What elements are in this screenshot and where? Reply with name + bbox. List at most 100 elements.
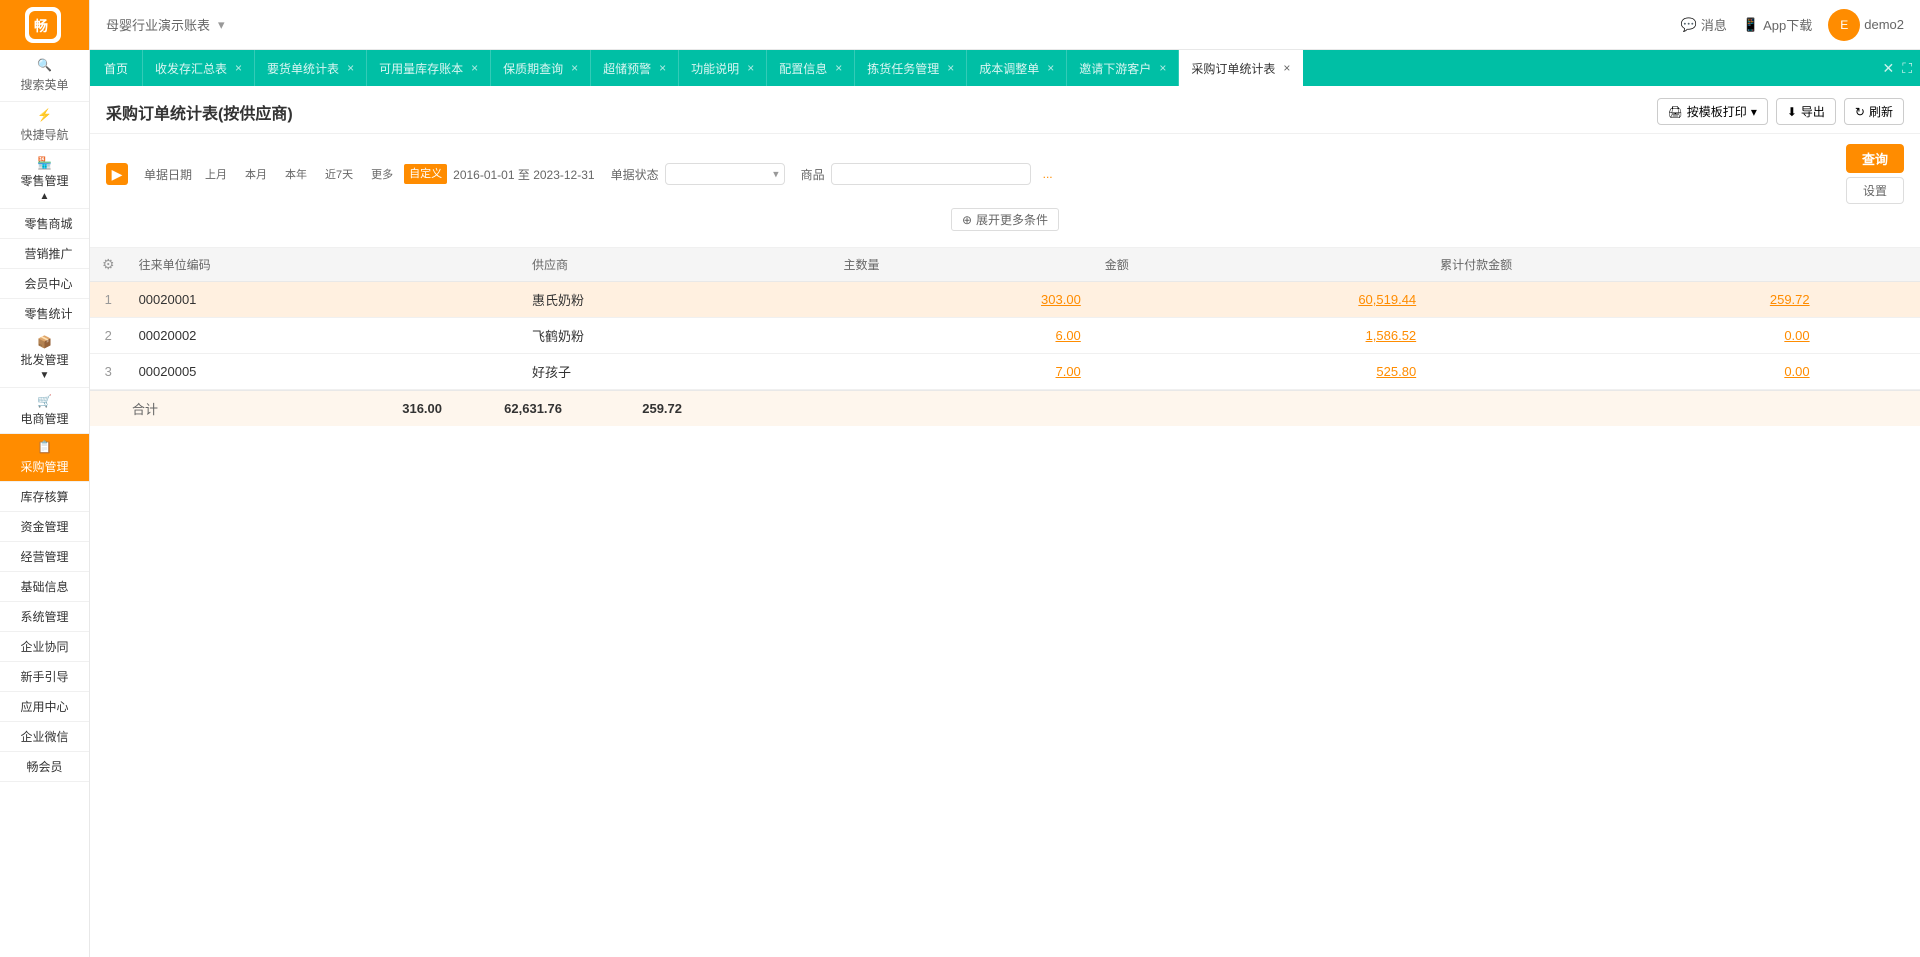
- tab-purchase-order-stats[interactable]: 采购订单统计表 ×: [1179, 50, 1303, 86]
- row-paid[interactable]: 259.72: [1428, 282, 1821, 318]
- tab-purchase-order-stats-close[interactable]: ×: [1283, 61, 1290, 75]
- row-amount[interactable]: 60,519.44: [1093, 282, 1428, 318]
- tab-validity[interactable]: 保质期查询 ×: [491, 50, 591, 86]
- tab-overstock[interactable]: 超储预警 ×: [591, 50, 679, 86]
- print-button[interactable]: 🖨 按模板打印 ▾: [1657, 98, 1768, 125]
- sidebar-appcenter-label: 应用中心: [20, 698, 68, 715]
- sidebar-item-inventory[interactable]: 库存核算: [0, 482, 89, 512]
- sidebar-item-retail[interactable]: 🏪 零售管理 ▲: [0, 150, 89, 209]
- tab-home-label: 首页: [104, 60, 128, 77]
- row-extra: [1822, 318, 1920, 354]
- user-menu[interactable]: E demo2: [1828, 9, 1904, 41]
- filter-goods-item: 商品 ...: [801, 163, 1059, 185]
- settings-button[interactable]: 设置: [1846, 177, 1904, 204]
- sidebar-item-basics[interactable]: 基础信息: [0, 572, 89, 602]
- sidebar-item-members[interactable]: 会员中心: [0, 269, 89, 299]
- sidebar-item-wholesale[interactable]: 📦 批发管理 ▼: [0, 329, 89, 388]
- expand-icon: ⊕: [962, 213, 972, 227]
- sidebar-item-marketing[interactable]: 营销推广: [0, 239, 89, 269]
- sidebar-retail-stats-label: 零售统计: [24, 305, 72, 322]
- message-btn[interactable]: 💬 消息: [1681, 15, 1727, 34]
- tab-pick-task-close[interactable]: ×: [947, 61, 954, 75]
- sidebar-search-label: 搜索英单: [20, 76, 68, 93]
- sidebar-item-cooperation[interactable]: 企业协同: [0, 632, 89, 662]
- sidebar-item-retail-stats[interactable]: 零售统计: [0, 299, 89, 329]
- tab-cost-adjust[interactable]: 成本调整单 ×: [967, 50, 1067, 86]
- table-row[interactable]: 2 00020002 飞鹤奶粉 6.00 1,586.52 0.00: [90, 318, 1920, 354]
- tab-collection-close[interactable]: ×: [235, 61, 242, 75]
- sidebar-item-newguide[interactable]: 新手引导: [0, 662, 89, 692]
- goods-input[interactable]: [831, 163, 1031, 185]
- tab-overstock-close[interactable]: ×: [659, 61, 666, 75]
- tab-close-all-icon[interactable]: ✕: [1882, 60, 1894, 77]
- row-quantity[interactable]: 7.00: [832, 354, 1093, 390]
- tab-func-desc-close[interactable]: ×: [747, 61, 754, 75]
- sidebar-item-retail-mall[interactable]: 零售商城: [0, 209, 89, 239]
- tab-config-info-label: 配置信息: [779, 60, 827, 77]
- tab-collection[interactable]: 收发存汇总表 ×: [143, 50, 255, 86]
- tab-collection-label: 收发存汇总表: [155, 60, 227, 77]
- custom-badge[interactable]: 自定义: [404, 164, 447, 184]
- tab-func-desc[interactable]: 功能说明 ×: [679, 50, 767, 86]
- wholesale-icon: 📦: [37, 335, 52, 349]
- col-settings[interactable]: ⚙: [90, 248, 127, 282]
- tab-validity-close[interactable]: ×: [571, 61, 578, 75]
- tab-invite-down[interactable]: 邀请下游客户 ×: [1067, 50, 1179, 86]
- tab-maximize-icon[interactable]: ⛶: [1902, 60, 1912, 77]
- filter-area: ▶ 单据日期 上月 本月 本年 近7天 更多 自定义 2016-01-01 至 …: [90, 134, 1920, 248]
- tab-cost-adjust-close[interactable]: ×: [1047, 61, 1054, 75]
- shortcut-last-month[interactable]: 上月: [198, 164, 234, 184]
- col-paid: 累计付款金额: [1428, 248, 1821, 282]
- row-amount[interactable]: 525.80: [1093, 354, 1428, 390]
- sidebar-item-wechat[interactable]: 企业微信: [0, 722, 89, 752]
- shortcut-this-month[interactable]: 本月: [238, 164, 274, 184]
- sidebar-item-appcenter[interactable]: 应用中心: [0, 692, 89, 722]
- refresh-button[interactable]: ↻ 刷新: [1844, 98, 1904, 125]
- tab-purchase-stats[interactable]: 要货单统计表 ×: [255, 50, 367, 86]
- tab-overstock-label: 超储预警: [603, 60, 651, 77]
- tab-invite-down-close[interactable]: ×: [1159, 61, 1166, 75]
- shortcut-more[interactable]: 更多: [364, 164, 400, 184]
- table-row[interactable]: 3 00020005 好孩子 7.00 525.80 0.00: [90, 354, 1920, 390]
- tab-pick-task[interactable]: 拣货任务管理 ×: [855, 50, 967, 86]
- status-select[interactable]: [665, 163, 785, 185]
- row-quantity[interactable]: 6.00: [832, 318, 1093, 354]
- row-paid[interactable]: 0.00: [1428, 354, 1821, 390]
- status-filter-label: 单据状态: [611, 166, 659, 183]
- date-range[interactable]: 2016-01-01 至 2023-12-31: [453, 166, 594, 183]
- goods-more-btn[interactable]: ...: [1037, 166, 1059, 182]
- sidebar-item-vip[interactable]: 畅会员: [0, 752, 89, 782]
- footer-amount: 62,631.76: [472, 401, 592, 416]
- ecommerce-icon: 🛒: [37, 394, 52, 408]
- sidebar-item-ecommerce[interactable]: 🛒 电商管理: [0, 388, 89, 434]
- row-quantity[interactable]: 303.00: [832, 282, 1093, 318]
- top-area: 母婴行业演示账表 ▾ 💬 消息 📱 App下载 E demo2 首页: [90, 0, 1920, 86]
- row-paid[interactable]: 0.00: [1428, 318, 1821, 354]
- tab-config-info-close[interactable]: ×: [835, 61, 842, 75]
- sidebar-shortcut[interactable]: ⚡ 快捷导航: [0, 102, 89, 150]
- filter-toggle[interactable]: ▶: [106, 163, 128, 185]
- table-footer: 合计 316.00 62,631.76 259.72: [90, 390, 1920, 426]
- sidebar-search[interactable]: 🔍 搜索英单: [0, 50, 89, 102]
- export-button[interactable]: ⬇ 导出: [1776, 98, 1836, 125]
- sidebar-ecommerce-label: 电商管理: [20, 410, 68, 427]
- sidebar-item-system[interactable]: 系统管理: [0, 602, 89, 632]
- expand-button[interactable]: ⊕ 展开更多条件: [951, 208, 1059, 231]
- row-num: 2: [90, 318, 127, 354]
- app-download-btn[interactable]: 📱 App下载: [1743, 15, 1812, 34]
- sidebar-item-purchase[interactable]: 📋 采购管理: [0, 434, 89, 482]
- shortcut-7days[interactable]: 近7天: [318, 164, 360, 184]
- tab-home[interactable]: 首页: [90, 50, 143, 86]
- tab-purchase-stats-close[interactable]: ×: [347, 61, 354, 75]
- tab-inventory-book[interactable]: 可用量库存账本 ×: [367, 50, 491, 86]
- row-amount[interactable]: 1,586.52: [1093, 318, 1428, 354]
- table-row[interactable]: 1 00020001 惠氏奶粉 303.00 60,519.44 259.72: [90, 282, 1920, 318]
- shortcut-this-year[interactable]: 本年: [278, 164, 314, 184]
- sidebar-item-operations[interactable]: 经营管理: [0, 542, 89, 572]
- query-button[interactable]: 查询: [1846, 144, 1904, 173]
- print-label: 按模板打印: [1687, 103, 1747, 120]
- sidebar-item-finance[interactable]: 资金管理: [0, 512, 89, 542]
- sidebar-members-label: 会员中心: [24, 275, 72, 292]
- tab-config-info[interactable]: 配置信息 ×: [767, 50, 855, 86]
- tab-inventory-book-close[interactable]: ×: [471, 61, 478, 75]
